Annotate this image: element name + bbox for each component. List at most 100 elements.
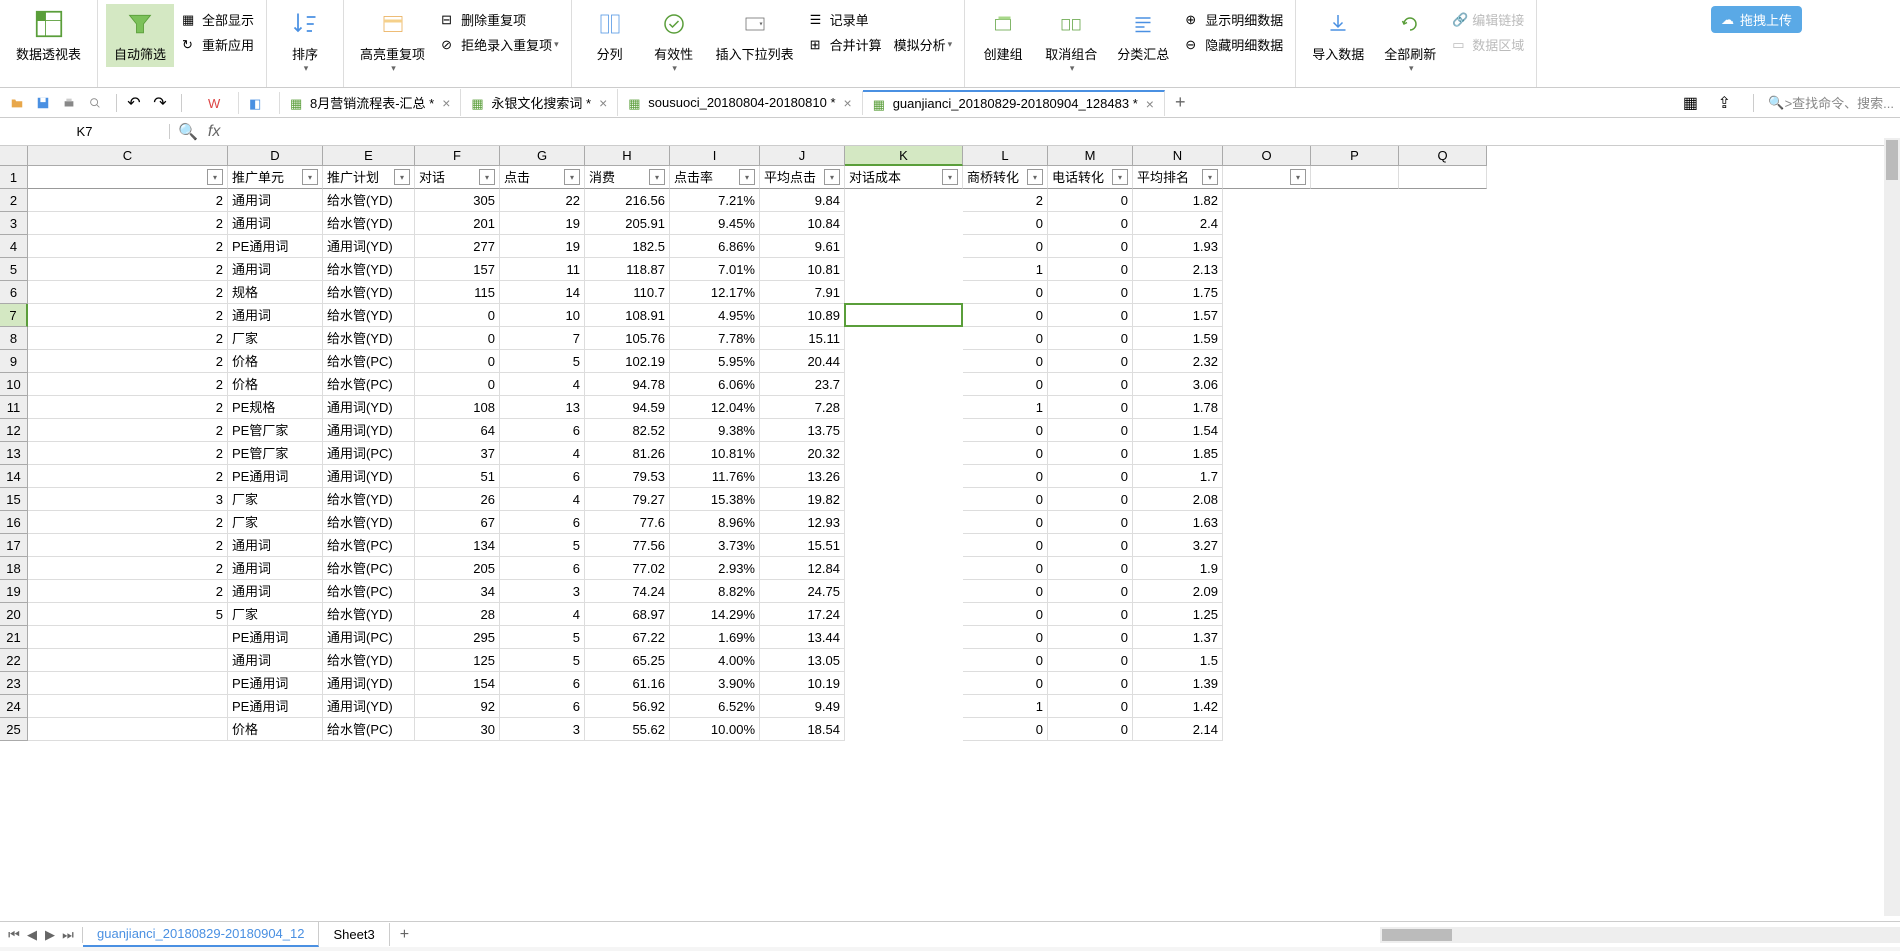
cell-D2[interactable]: 通用词 (228, 189, 323, 212)
column-header-Q[interactable]: Q (1399, 146, 1487, 166)
cell-C23[interactable] (28, 672, 228, 695)
cell-M6[interactable]: 0 (1048, 281, 1133, 304)
new-tab-button[interactable]: + (1165, 88, 1196, 117)
cell-J15[interactable]: 19.82 (760, 488, 845, 511)
cell-H10[interactable]: 94.78 (585, 373, 670, 396)
cell-D23[interactable]: PE通用词 (228, 672, 323, 695)
cell-E20[interactable]: 给水管(YD) (323, 603, 415, 626)
cell-F13[interactable]: 37 (415, 442, 500, 465)
cell-L21[interactable]: 0 (963, 626, 1048, 649)
column-header-J[interactable]: J (760, 146, 845, 166)
row-header-3[interactable]: 3 (0, 212, 28, 235)
cell-L9[interactable]: 0 (963, 350, 1048, 373)
cell-I9[interactable]: 5.95% (670, 350, 760, 373)
cell-F19[interactable]: 34 (415, 580, 500, 603)
cell-G10[interactable]: 4 (500, 373, 585, 396)
row-header-5[interactable]: 5 (0, 258, 28, 281)
cell-G13[interactable]: 4 (500, 442, 585, 465)
cell-C18[interactable]: 2 (28, 557, 228, 580)
cell-M2[interactable]: 0 (1048, 189, 1133, 212)
cell-H23[interactable]: 61.16 (585, 672, 670, 695)
row-header-23[interactable]: 23 (0, 672, 28, 695)
cell-F8[interactable]: 0 (415, 327, 500, 350)
cell-G16[interactable]: 6 (500, 511, 585, 534)
cell-H17[interactable]: 77.56 (585, 534, 670, 557)
cell-D3[interactable]: 通用词 (228, 212, 323, 235)
column-header-G[interactable]: G (500, 146, 585, 166)
cell-H16[interactable]: 77.6 (585, 511, 670, 534)
cell-F2[interactable]: 305 (415, 189, 500, 212)
cell-E14[interactable]: 通用词(YD) (323, 465, 415, 488)
spreadsheet-grid[interactable]: CDEFGHIJKLMNOPQ 123456789101112131415161… (0, 146, 1900, 921)
cell-L24[interactable]: 1 (963, 695, 1048, 718)
cell-J19[interactable]: 24.75 (760, 580, 845, 603)
sheet-prev-button[interactable]: ◀ (24, 927, 40, 943)
cell-H12[interactable]: 82.52 (585, 419, 670, 442)
cell-F24[interactable]: 92 (415, 695, 500, 718)
cell-L19[interactable]: 0 (963, 580, 1048, 603)
cell-E6[interactable]: 给水管(YD) (323, 281, 415, 304)
cell-L11[interactable]: 1 (963, 396, 1048, 419)
cell-J18[interactable]: 12.84 (760, 557, 845, 580)
cell-M23[interactable]: 0 (1048, 672, 1133, 695)
cell-E15[interactable]: 给水管(YD) (323, 488, 415, 511)
sort-button[interactable]: 排序▾ (275, 4, 335, 78)
cell-C5[interactable]: 2 (28, 258, 228, 281)
cell-G11[interactable]: 13 (500, 396, 585, 419)
record-form-button[interactable]: ☰记录单 (806, 8, 957, 31)
cell-I18[interactable]: 2.93% (670, 557, 760, 580)
row-header-25[interactable]: 25 (0, 718, 28, 741)
cell-N17[interactable]: 3.27 (1133, 534, 1223, 557)
filter-button-L[interactable]: ▾ (1027, 169, 1043, 185)
cell-I17[interactable]: 3.73% (670, 534, 760, 557)
cell-C22[interactable] (28, 649, 228, 672)
vertical-scrollbar[interactable] (1884, 138, 1900, 916)
cell-L18[interactable]: 0 (963, 557, 1048, 580)
cell-E21[interactable]: 通用词(PC) (323, 626, 415, 649)
cell-J4[interactable]: 9.61 (760, 235, 845, 258)
header-cell-F[interactable]: 对话▾ (415, 166, 500, 189)
header-cell-O[interactable]: ▾ (1223, 166, 1311, 189)
sheet-last-button[interactable]: ⏭ (60, 927, 76, 943)
cell-D21[interactable]: PE通用词 (228, 626, 323, 649)
cell-M20[interactable]: 0 (1048, 603, 1133, 626)
cell-D17[interactable]: 通用词 (228, 534, 323, 557)
cell-C11[interactable]: 2 (28, 396, 228, 419)
cell-H13[interactable]: 81.26 (585, 442, 670, 465)
cell-L5[interactable]: 1 (963, 258, 1048, 281)
cell-D14[interactable]: PE通用词 (228, 465, 323, 488)
cell-I23[interactable]: 3.90% (670, 672, 760, 695)
cell-I16[interactable]: 8.96% (670, 511, 760, 534)
cell-F20[interactable]: 28 (415, 603, 500, 626)
cell-D6[interactable]: 规格 (228, 281, 323, 304)
cell-I5[interactable]: 7.01% (670, 258, 760, 281)
cell-C10[interactable]: 2 (28, 373, 228, 396)
preview-button[interactable] (84, 92, 106, 114)
cell-F15[interactable]: 26 (415, 488, 500, 511)
cell-N7[interactable]: 1.57 (1133, 304, 1223, 327)
row-header-10[interactable]: 10 (0, 373, 28, 396)
row-header-13[interactable]: 13 (0, 442, 28, 465)
column-header-P[interactable]: P (1311, 146, 1399, 166)
cell-L13[interactable]: 0 (963, 442, 1048, 465)
row-header-17[interactable]: 17 (0, 534, 28, 557)
close-icon[interactable]: × (442, 95, 450, 111)
cell-F16[interactable]: 67 (415, 511, 500, 534)
highlight-dup-button[interactable]: 高亮重复项▾ (352, 4, 433, 78)
cell-L16[interactable]: 0 (963, 511, 1048, 534)
row-header-11[interactable]: 11 (0, 396, 28, 419)
cell-L14[interactable]: 0 (963, 465, 1048, 488)
cell-C9[interactable]: 2 (28, 350, 228, 373)
cell-I25[interactable]: 10.00% (670, 718, 760, 741)
column-header-K[interactable]: K (845, 146, 963, 166)
filter-button-M[interactable]: ▾ (1112, 169, 1128, 185)
cell-D15[interactable]: 厂家 (228, 488, 323, 511)
cell-H20[interactable]: 68.97 (585, 603, 670, 626)
cell-H25[interactable]: 55.62 (585, 718, 670, 741)
row-header-24[interactable]: 24 (0, 695, 28, 718)
header-cell-P[interactable] (1311, 166, 1399, 189)
cell-F14[interactable]: 51 (415, 465, 500, 488)
cell-N3[interactable]: 2.4 (1133, 212, 1223, 235)
cell-L22[interactable]: 0 (963, 649, 1048, 672)
cell-M22[interactable]: 0 (1048, 649, 1133, 672)
